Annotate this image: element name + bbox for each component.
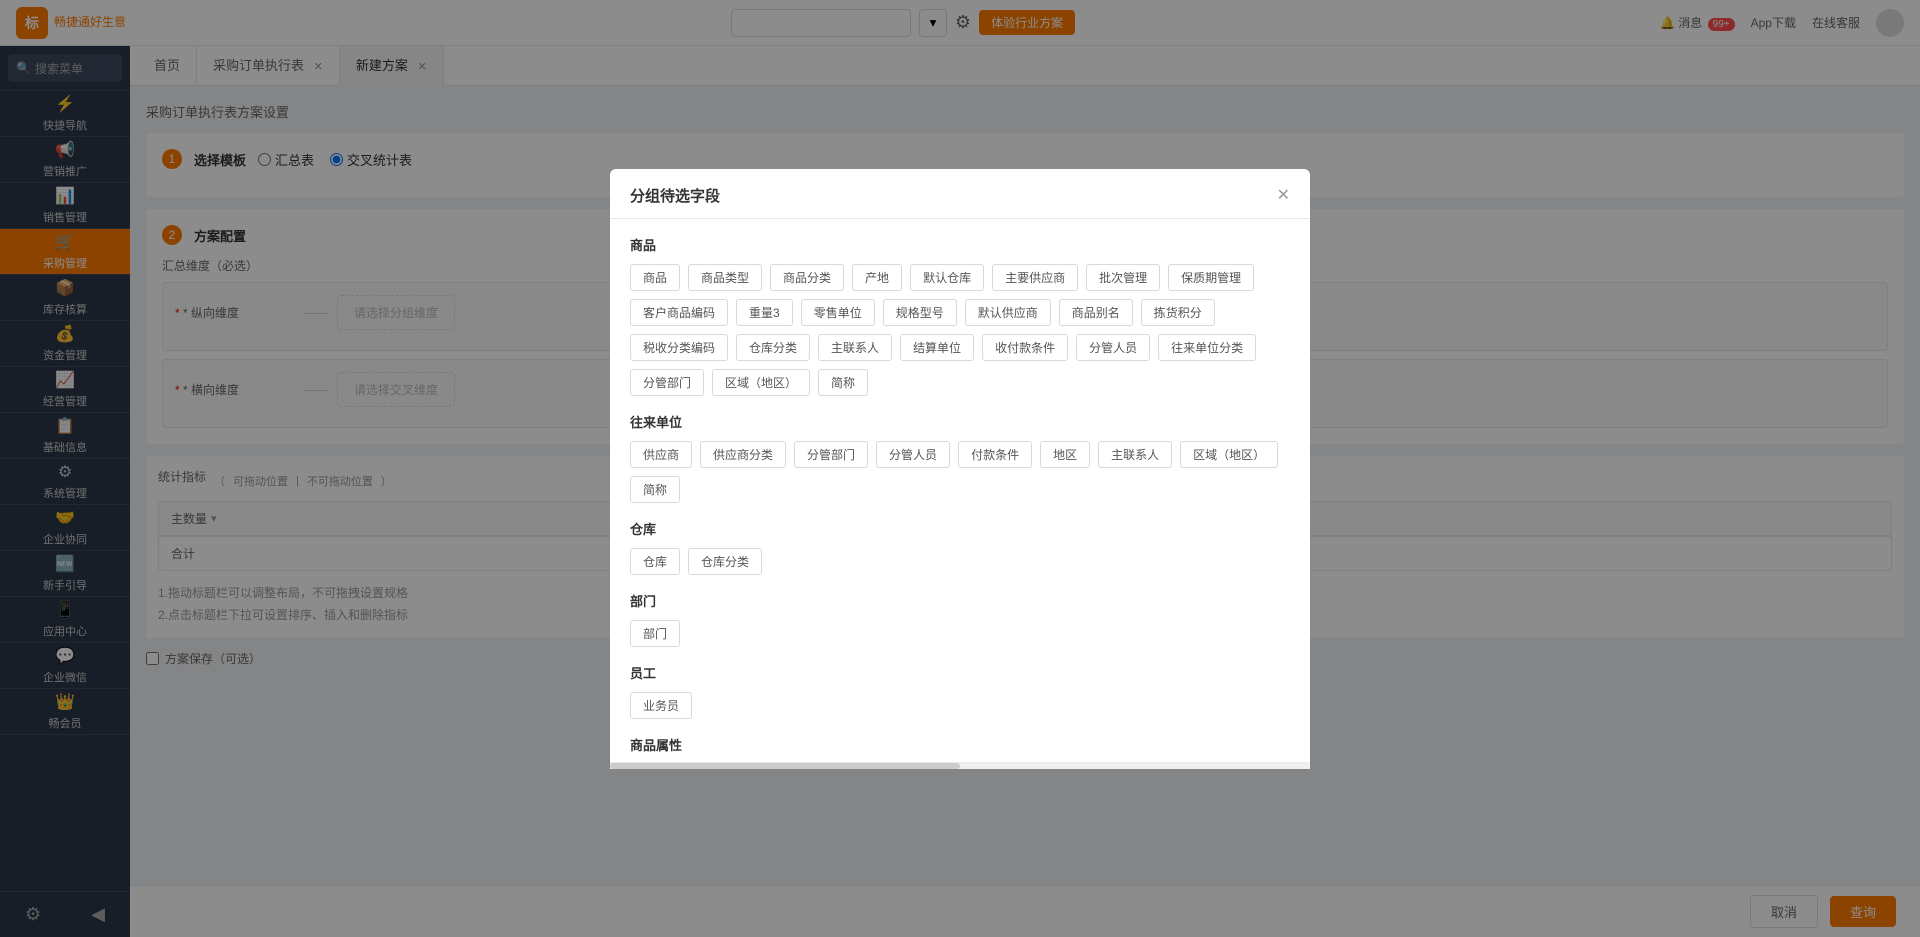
field-tag-0-24[interactable]: 简称: [818, 369, 868, 396]
field-tag-0-8[interactable]: 客户商品编码: [630, 299, 728, 326]
field-tags-2: 仓库仓库分类: [630, 548, 1290, 575]
field-group-title-4: 员工: [630, 663, 1290, 682]
field-group-3: 部门部门: [630, 591, 1290, 647]
field-tag-0-16[interactable]: 仓库分类: [736, 334, 810, 361]
field-tag-0-22[interactable]: 分管部门: [630, 369, 704, 396]
field-tags-0: 商品商品类型商品分类产地默认仓库主要供应商批次管理保质期管理客户商品编码重量3 零…: [630, 264, 1290, 396]
field-group-title-2: 仓库: [630, 519, 1290, 538]
field-tag-1-2[interactable]: 分管部门: [794, 441, 868, 468]
field-tag-0-23[interactable]: 区域（地区）: [712, 369, 810, 396]
field-tag-0-5[interactable]: 主要供应商: [992, 264, 1078, 291]
modal-overlay: 分组待选字段 ✕ 商品商品商品类型商品分类产地默认仓库主要供应商批次管理保质期管…: [0, 0, 1920, 937]
field-tag-0-0[interactable]: 商品: [630, 264, 680, 291]
field-tag-1-7[interactable]: 区域（地区）: [1180, 441, 1278, 468]
field-group-4: 员工业务员: [630, 663, 1290, 719]
field-tag-0-15[interactable]: 税收分类编码: [630, 334, 728, 361]
field-tag-1-5[interactable]: 地区: [1040, 441, 1090, 468]
field-tag-0-4[interactable]: 默认仓库: [910, 264, 984, 291]
field-tag-0-12[interactable]: 默认供应商: [965, 299, 1051, 326]
field-tag-2-0[interactable]: 仓库: [630, 548, 680, 575]
field-tag-0-17[interactable]: 主联系人: [818, 334, 892, 361]
field-group-2: 仓库仓库仓库分类: [630, 519, 1290, 575]
field-tag-0-6[interactable]: 批次管理: [1086, 264, 1160, 291]
field-tags-4: 业务员: [630, 692, 1290, 719]
field-tag-0-13[interactable]: 商品别名: [1059, 299, 1133, 326]
modal-body: 商品商品商品类型商品分类产地默认仓库主要供应商批次管理保质期管理客户商品编码重量…: [610, 219, 1310, 762]
field-tag-1-8[interactable]: 简称: [630, 476, 680, 503]
field-tags-1: 供应商供应商分类分管部门分管人员付款条件地区主联系人区域（地区） 简称: [630, 441, 1290, 503]
field-tag-1-1[interactable]: 供应商分类: [700, 441, 786, 468]
field-tag-0-18[interactable]: 结算单位: [900, 334, 974, 361]
field-tag-0-9[interactable]: 重量3: [736, 299, 793, 326]
field-tags-3: 部门: [630, 620, 1290, 647]
field-group-title-1: 往来单位: [630, 412, 1290, 431]
field-tag-0-11[interactable]: 规格型号: [883, 299, 957, 326]
field-tag-0-3[interactable]: 产地: [852, 264, 902, 291]
field-tag-2-1[interactable]: 仓库分类: [688, 548, 762, 575]
field-tag-3-0[interactable]: 部门: [630, 620, 680, 647]
field-tag-1-0[interactable]: 供应商: [630, 441, 692, 468]
field-tag-0-20[interactable]: 分管人员: [1076, 334, 1150, 361]
field-tag-0-1[interactable]: 商品类型: [688, 264, 762, 291]
field-group-0: 商品商品商品类型商品分类产地默认仓库主要供应商批次管理保质期管理客户商品编码重量…: [630, 235, 1290, 396]
field-tag-4-0[interactable]: 业务员: [630, 692, 692, 719]
field-tag-1-4[interactable]: 付款条件: [958, 441, 1032, 468]
field-group-1: 往来单位供应商供应商分类分管部门分管人员付款条件地区主联系人区域（地区） 简称: [630, 412, 1290, 503]
field-group-title-3: 部门: [630, 591, 1290, 610]
field-tag-0-21[interactable]: 往来单位分类: [1158, 334, 1256, 361]
modal-close-btn[interactable]: ✕: [1277, 185, 1290, 205]
modal-header: 分组待选字段 ✕: [610, 169, 1310, 219]
field-tag-1-6[interactable]: 主联系人: [1098, 441, 1172, 468]
modal-dialog: 分组待选字段 ✕ 商品商品商品类型商品分类产地默认仓库主要供应商批次管理保质期管…: [610, 169, 1310, 769]
scrollbar-thumb: [610, 763, 960, 769]
field-tag-0-2[interactable]: 商品分类: [770, 264, 844, 291]
horizontal-scrollbar[interactable]: [610, 762, 1310, 769]
field-tag-0-14[interactable]: 拣货积分: [1141, 299, 1215, 326]
field-tag-0-19[interactable]: 收付款条件: [982, 334, 1068, 361]
field-tag-1-3[interactable]: 分管人员: [876, 441, 950, 468]
field-tag-0-7[interactable]: 保质期管理: [1168, 264, 1254, 291]
modal-title: 分组待选字段: [630, 185, 720, 206]
field-tag-0-10[interactable]: 零售单位: [801, 299, 875, 326]
field-group-5: 商品属性属性颜色多规格尺码鞋码1: [630, 735, 1290, 762]
field-group-title-5: 商品属性: [630, 735, 1290, 754]
field-group-title-0: 商品: [630, 235, 1290, 254]
